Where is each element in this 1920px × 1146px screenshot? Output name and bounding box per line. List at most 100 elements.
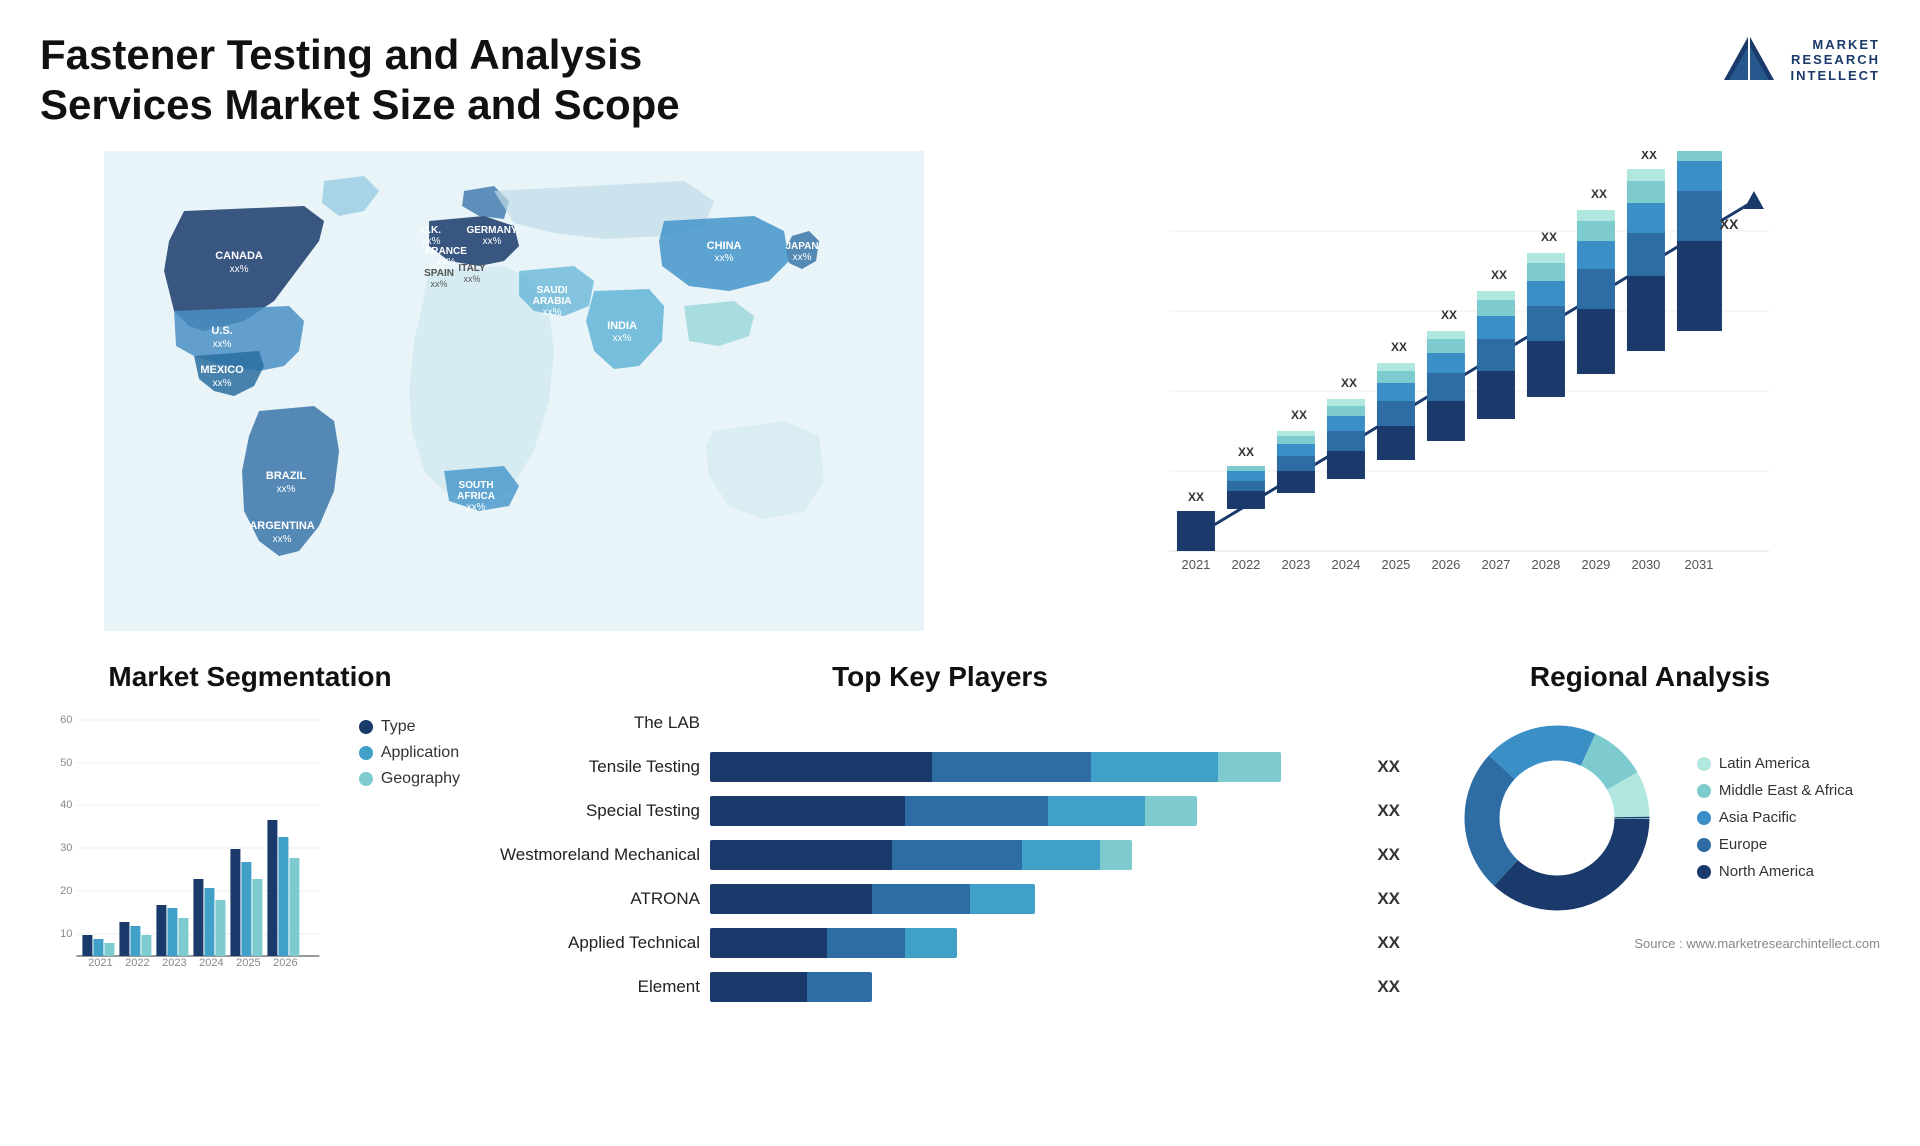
svg-text:xx%: xx% xyxy=(543,307,562,318)
legend-north-america: North America xyxy=(1697,863,1853,880)
logo-icon xyxy=(1719,30,1779,90)
svg-text:SPAIN: SPAIN xyxy=(424,268,454,279)
svg-text:XX: XX xyxy=(1238,445,1254,459)
svg-text:2024: 2024 xyxy=(1332,557,1361,572)
legend-type: Type xyxy=(359,718,460,736)
svg-text:AFRICA: AFRICA xyxy=(457,491,495,502)
key-players-panel: Top Key Players The LAB Tensile Testing xyxy=(480,661,1400,1016)
svg-text:SOUTH: SOUTH xyxy=(459,480,494,491)
svg-text:XX: XX xyxy=(1391,340,1407,354)
svg-text:ARGENTINA: ARGENTINA xyxy=(249,520,314,532)
mea-dot xyxy=(1697,784,1711,798)
player-row-applied: Applied Technical XX xyxy=(480,928,1400,958)
page: Fastener Testing and Analysis Services M… xyxy=(0,0,1920,1146)
logo-text: MARKET RESEARCH INTELLECT xyxy=(1791,37,1881,84)
player-bar-thelab xyxy=(710,708,1382,738)
player-row-westmoreland: Westmoreland Mechanical XX xyxy=(480,840,1400,870)
svg-text:xx%: xx% xyxy=(464,274,481,284)
bottom-section: Market Segmentation 60 50 40 30 20 10 xyxy=(40,661,1880,1016)
type-label: Type xyxy=(381,718,416,736)
svg-text:xx%: xx% xyxy=(213,378,232,389)
north-america-dot xyxy=(1697,865,1711,879)
svg-text:XX: XX xyxy=(1591,187,1607,201)
player-name-atrona: ATRONA xyxy=(480,889,700,909)
svg-text:XX: XX xyxy=(1188,490,1204,504)
player-row-atrona: ATRONA XX xyxy=(480,884,1400,914)
svg-text:xx%: xx% xyxy=(715,253,734,264)
svg-text:2024: 2024 xyxy=(199,957,223,968)
latin-dot xyxy=(1697,757,1711,771)
svg-text:2027: 2027 xyxy=(1482,557,1511,572)
application-label: Application xyxy=(381,744,459,762)
svg-text:2023: 2023 xyxy=(1282,557,1311,572)
player-name-tensile: Tensile Testing xyxy=(480,757,700,777)
svg-text:2030: 2030 xyxy=(1632,557,1661,572)
svg-text:2025: 2025 xyxy=(1382,557,1411,572)
svg-text:2022: 2022 xyxy=(1232,557,1261,572)
player-row-thelab: The LAB xyxy=(480,708,1400,738)
player-xx-atrona: XX xyxy=(1377,889,1400,909)
svg-text:XX: XX xyxy=(1541,230,1557,244)
page-title: Fastener Testing and Analysis Services M… xyxy=(40,30,740,131)
svg-text:60: 60 xyxy=(60,714,72,726)
svg-text:2021: 2021 xyxy=(88,957,112,968)
player-name-thelab: The LAB xyxy=(480,713,700,733)
bar-chart-container: 2021 XX 2022 XX 2023 XX xyxy=(1018,151,1880,631)
svg-text:XX: XX xyxy=(1641,151,1657,162)
player-row-tensile: Tensile Testing XX xyxy=(480,752,1400,782)
player-name-applied: Applied Technical xyxy=(480,933,700,953)
svg-text:JAPAN: JAPAN xyxy=(785,241,818,252)
logo-line3: INTELLECT xyxy=(1791,68,1881,84)
player-bar-tensile xyxy=(710,752,1359,782)
player-xx-special: XX xyxy=(1377,801,1400,821)
svg-text:2026: 2026 xyxy=(1432,557,1461,572)
geography-label: Geography xyxy=(381,770,460,788)
svg-text:U.S.: U.S. xyxy=(211,325,232,337)
svg-text:xx%: xx% xyxy=(467,502,486,513)
player-name-special: Special Testing xyxy=(480,801,700,821)
svg-text:ARABIA: ARABIA xyxy=(533,296,572,307)
regional-title: Regional Analysis xyxy=(1420,661,1880,693)
world-map: CANADA xx% U.S. xx% MEXICO xx% BRAZIL xx… xyxy=(40,151,988,631)
svg-text:2028: 2028 xyxy=(1532,557,1561,572)
segmentation-chart: 60 50 40 30 20 10 2021 xyxy=(40,708,329,968)
legend-apac: Asia Pacific xyxy=(1697,809,1853,826)
logo: MARKET RESEARCH INTELLECT xyxy=(1719,30,1881,90)
svg-text:FRANCE: FRANCE xyxy=(425,246,467,257)
apac-label: Asia Pacific xyxy=(1719,809,1797,826)
svg-text:XX: XX xyxy=(1341,376,1357,390)
logo-line1: MARKET xyxy=(1791,37,1881,53)
legend-application: Application xyxy=(359,744,460,762)
svg-text:XX: XX xyxy=(1441,308,1457,322)
player-bar-applied xyxy=(710,928,1359,958)
legend-geography: Geography xyxy=(359,770,460,788)
regional-legend: Latin America Middle East & Africa Asia … xyxy=(1697,755,1853,880)
player-xx-element: XX xyxy=(1377,977,1400,997)
svg-text:xx%: xx% xyxy=(273,534,292,545)
svg-text:xx%: xx% xyxy=(483,236,502,247)
svg-text:2021: 2021 xyxy=(1182,557,1211,572)
logo-line2: RESEARCH xyxy=(1791,52,1881,68)
segmentation-panel: Market Segmentation 60 50 40 30 20 10 xyxy=(40,661,460,1016)
svg-text:2025: 2025 xyxy=(236,957,260,968)
geography-dot xyxy=(359,772,373,786)
svg-text:BRAZIL: BRAZIL xyxy=(266,470,307,482)
player-bar-special xyxy=(710,796,1359,826)
player-xx-tensile: XX xyxy=(1377,757,1400,777)
svg-text:INDIA: INDIA xyxy=(607,320,637,332)
market-size-chart: 2021 XX 2022 XX 2023 XX xyxy=(1018,151,1880,631)
europe-dot xyxy=(1697,838,1711,852)
segmentation-legend: Type Application Geography xyxy=(349,718,460,788)
svg-text:2029: 2029 xyxy=(1582,557,1611,572)
svg-text:10: 10 xyxy=(60,928,72,940)
svg-text:XX: XX xyxy=(1720,216,1739,232)
svg-text:CHINA: CHINA xyxy=(707,240,742,252)
svg-text:XX: XX xyxy=(1491,268,1507,282)
top-section: CANADA xx% U.S. xx% MEXICO xx% BRAZIL xx… xyxy=(40,151,1880,631)
svg-text:xx%: xx% xyxy=(437,257,456,268)
mea-label: Middle East & Africa xyxy=(1719,782,1853,799)
apac-dot xyxy=(1697,811,1711,825)
svg-text:GERMANY: GERMANY xyxy=(466,225,517,236)
svg-text:2023: 2023 xyxy=(162,957,186,968)
key-players-title: Top Key Players xyxy=(480,661,1400,693)
